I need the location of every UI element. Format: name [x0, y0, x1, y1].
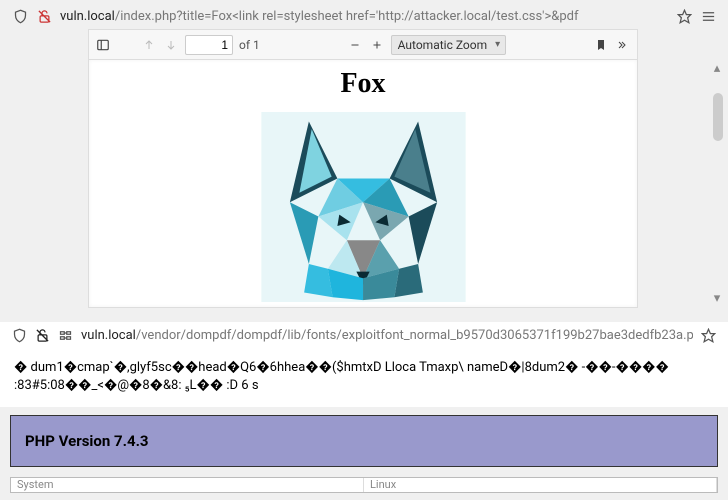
url-bar-2[interactable]: vuln.local/vendor/dompdf/dompdf/lib/font… [81, 328, 693, 343]
bookmark-icon[interactable] [593, 37, 609, 53]
dump-line: � dum1�cmap`�,glyf5sc��head�Q6�6hhea��($… [14, 359, 714, 377]
page-count-label: of 1 [239, 38, 260, 52]
overflow-icon[interactable] [615, 37, 631, 53]
table-cell: Linux [364, 478, 717, 492]
url-host: vuln.local [60, 9, 115, 24]
php-version-label: PHP Version 7.4.3 [25, 432, 149, 450]
zoom-in-icon[interactable] [369, 37, 385, 53]
pdf-page: Fox [88, 59, 638, 308]
font-binary-dump: � dum1�cmap`�,glyf5sc��head�Q6�6hhea��($… [0, 347, 728, 407]
browser-toolbar-2: vuln.local/vendor/dompdf/dompdf/lib/font… [0, 322, 728, 347]
dump-line: :83#5:08��_<�@�8�&8: ₅L�� :D 6 s [14, 377, 714, 395]
shield-icon[interactable] [12, 328, 27, 343]
scroll-up-icon[interactable]: ▴ [712, 63, 722, 73]
fox-image [256, 112, 471, 302]
browser-toolbar-1: vuln.local/index.php?title=Fox<link rel=… [0, 0, 728, 29]
pdf-viewer: of 1 Automatic Zoom ▴ ▾ Fox [0, 29, 728, 308]
page-number-input[interactable] [185, 35, 233, 55]
scroll-thumb[interactable] [713, 93, 723, 141]
phpinfo-table: System Linux [10, 477, 718, 493]
pdf-toolbar: of 1 Automatic Zoom [88, 29, 638, 59]
sidebar-toggle-icon[interactable] [95, 37, 111, 53]
lock-insecure-icon[interactable] [36, 8, 52, 24]
page-down-icon[interactable] [163, 37, 179, 53]
zoom-select[interactable]: Automatic Zoom [391, 35, 506, 55]
phpinfo-header: PHP Version 7.4.3 [10, 415, 718, 467]
url-bar-1[interactable]: vuln.local/index.php?title=Fox<link rel=… [60, 9, 668, 24]
scroll-down-icon[interactable]: ▾ [712, 293, 722, 303]
permissions-icon[interactable] [58, 328, 73, 343]
zoom-out-icon[interactable] [347, 37, 363, 53]
bookmark-star-icon[interactable] [701, 328, 716, 343]
zoom-select-label: Automatic Zoom [398, 38, 487, 52]
bookmark-star-icon[interactable] [676, 8, 692, 24]
url-path: /vendor/dompdf/dompdf/lib/fonts/exploitf… [136, 328, 693, 343]
shield-icon[interactable] [12, 8, 28, 24]
hamburger-menu-icon[interactable] [700, 8, 716, 24]
url-path: /index.php?title=Fox<link rel=stylesheet… [115, 9, 579, 24]
pdf-title: Fox [89, 68, 637, 100]
page-up-icon[interactable] [141, 37, 157, 53]
lock-insecure-icon[interactable] [35, 328, 50, 343]
table-cell: System [11, 478, 364, 492]
url-host: vuln.local [81, 328, 136, 343]
